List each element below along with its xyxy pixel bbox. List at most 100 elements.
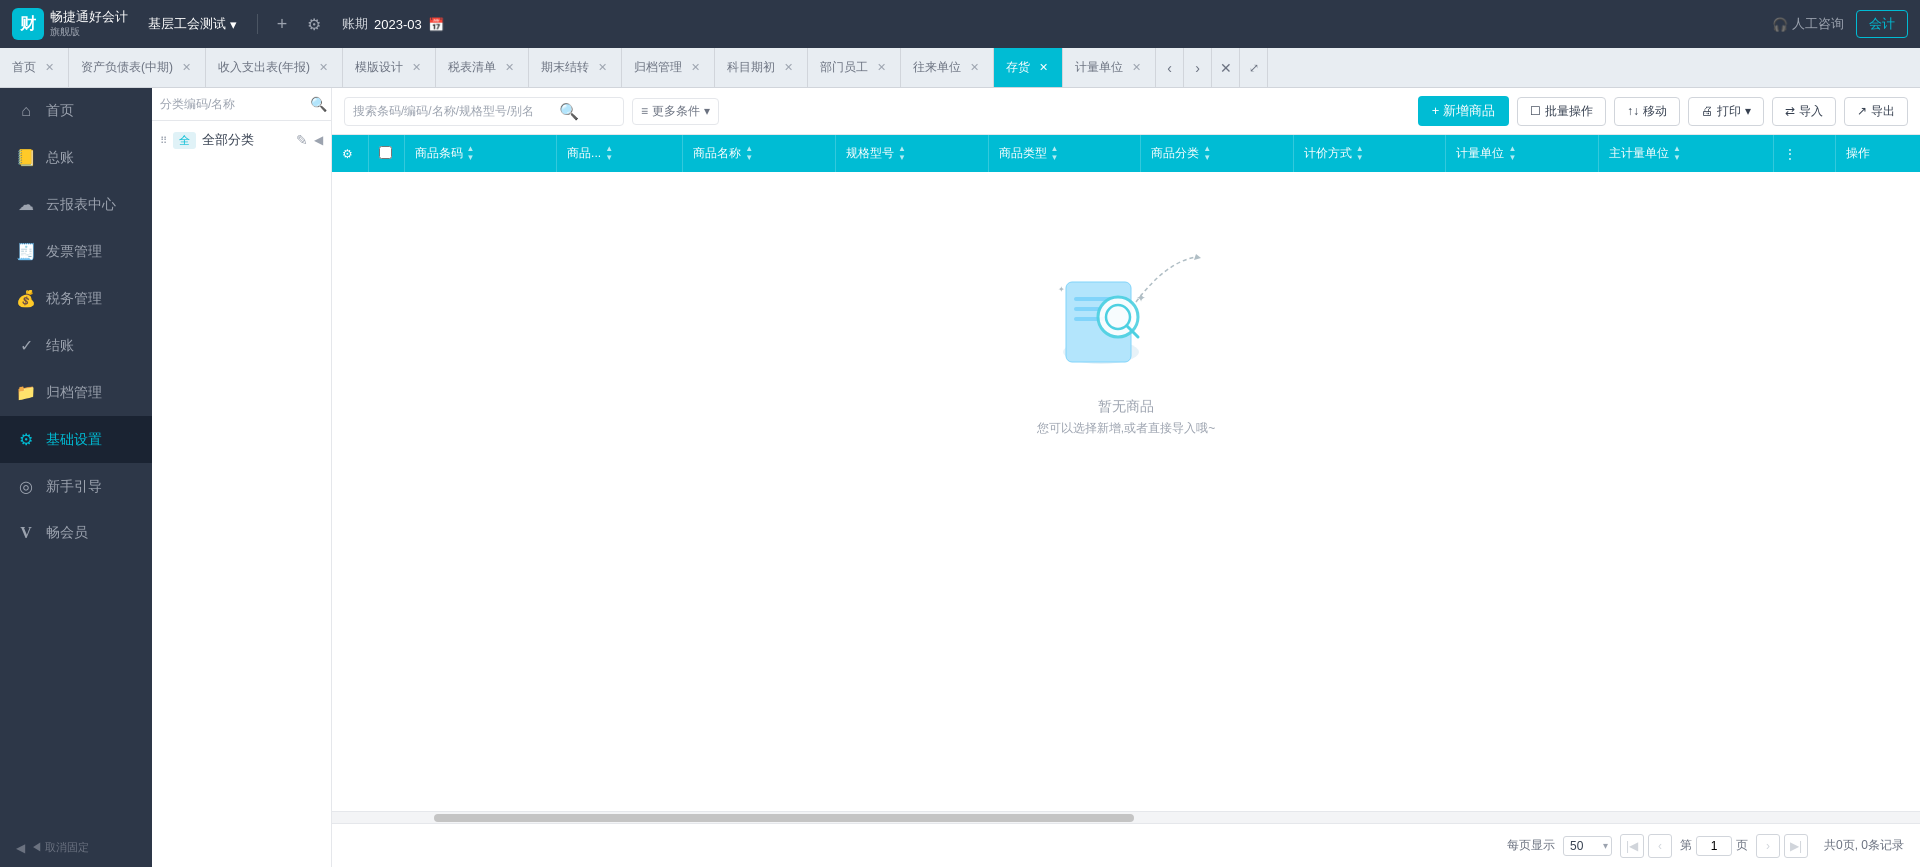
tab-inventory[interactable]: 存货 ✕ [994, 48, 1063, 88]
invoice-icon: 🧾 [16, 242, 36, 261]
tab-label: 模版设计 [355, 59, 403, 76]
page-number-input[interactable] [1696, 836, 1732, 856]
sort-arrows[interactable]: ▲ ▼ [898, 145, 906, 162]
sidebar-unpin-button[interactable]: ◀ ◀ 取消固定 [0, 828, 152, 867]
company-selector[interactable]: 基层工会测试 ▾ [140, 11, 245, 37]
tab-label: 计量单位 [1075, 59, 1123, 76]
import-button[interactable]: ⇄ 导入 [1772, 97, 1836, 126]
tab-close-icon[interactable]: ✕ [595, 61, 609, 75]
period-section: 账期 2023-03 📅 [342, 15, 444, 33]
tab-scroll-left[interactable]: ‹ [1156, 48, 1184, 88]
sidebar-item-tax[interactable]: 💰 税务管理 [0, 275, 152, 322]
tab-label: 部门员工 [820, 59, 868, 76]
tab-tax-table[interactable]: 税表清单 ✕ [436, 48, 529, 88]
batch-ops-button[interactable]: ☐ 批量操作 [1517, 97, 1606, 126]
move-button[interactable]: ↑↓ 移动 [1614, 97, 1680, 126]
collapse-panel-icon[interactable]: ◀ [314, 133, 323, 147]
gear-icon: ⚙ [342, 147, 353, 161]
sidebar-item-invoice[interactable]: 🧾 发票管理 [0, 228, 152, 275]
tab-home[interactable]: 首页 ✕ [0, 48, 69, 88]
sort-arrows[interactable]: ▲ ▼ [1356, 145, 1364, 162]
search-icon[interactable]: 🔍 [310, 96, 327, 112]
all-categories[interactable]: ⠿ 全 全部分类 ✎ ◀ [152, 121, 331, 159]
sort-arrows[interactable]: ▲ ▼ [1203, 145, 1211, 162]
sort-arrows[interactable]: ▲ ▼ [745, 145, 753, 162]
tab-close-icon[interactable]: ✕ [316, 61, 330, 75]
th-settings[interactable]: ⚙ [332, 135, 368, 172]
tab-close-icon[interactable]: ✕ [42, 61, 56, 75]
more-filter-button[interactable]: ≡ 更多条件 ▾ [632, 98, 719, 125]
tab-template-design[interactable]: 模版设计 ✕ [343, 48, 436, 88]
tab-close-icon[interactable]: ✕ [179, 61, 193, 75]
sidebar-item-settings[interactable]: ⚙ 基础设置 [0, 416, 152, 463]
tab-balance-sheet[interactable]: 资产负债表(中期) ✕ [69, 48, 206, 88]
add-tab-button[interactable]: + [270, 12, 294, 36]
sort-arrows[interactable]: ▲ ▼ [1508, 145, 1516, 162]
account-button[interactable]: 会计 [1856, 10, 1908, 38]
th-main-unit: 主计量单位 ▲ ▼ [1599, 135, 1774, 172]
filter-icon: ≡ [641, 104, 648, 118]
tab-label: 往来单位 [913, 59, 961, 76]
tab-close-icon[interactable]: ✕ [781, 61, 795, 75]
tab-dept-staff[interactable]: 部门员工 ✕ [808, 48, 901, 88]
sidebar-label: 云报表中心 [46, 196, 116, 214]
sidebar-label: 首页 [46, 102, 74, 120]
category-tag: 全 [173, 132, 196, 149]
tab-close-icon[interactable]: ✕ [409, 61, 423, 75]
sidebar-item-guide[interactable]: ◎ 新手引导 [0, 463, 152, 510]
table-header-row: ⚙ 商品条码 ▲ [332, 135, 1920, 172]
add-product-button[interactable]: + 新增商品 [1418, 96, 1509, 126]
sort-arrows[interactable]: ▲ ▼ [605, 145, 613, 162]
select-all-checkbox[interactable] [379, 146, 392, 159]
tab-close-icon[interactable]: ✕ [502, 61, 516, 75]
sort-arrows[interactable]: ▲ ▼ [467, 145, 475, 162]
tab-income-statement[interactable]: 收入支出表(年报) ✕ [206, 48, 343, 88]
th-checkbox[interactable] [368, 135, 404, 172]
tab-archive-mgmt[interactable]: 归档管理 ✕ [622, 48, 715, 88]
tab-label: 期末结转 [541, 59, 589, 76]
scroll-thumb[interactable] [434, 814, 1134, 822]
sidebar-item-ledger[interactable]: 📒 总账 [0, 134, 152, 181]
sort-arrows[interactable]: ▲ ▼ [1051, 145, 1059, 162]
drag-icon: ⠿ [160, 135, 167, 146]
print-button[interactable]: 🖨 打印 ▾ [1688, 97, 1764, 126]
sort-arrows[interactable]: ▲ ▼ [1673, 145, 1681, 162]
tax-icon: 💰 [16, 289, 36, 308]
search-icon[interactable]: 🔍 [559, 102, 579, 121]
guide-icon: ◎ [16, 477, 36, 496]
tab-close-icon[interactable]: ✕ [1036, 61, 1050, 75]
tab-close-icon[interactable]: ✕ [874, 61, 888, 75]
sidebar-item-archive[interactable]: 📁 归档管理 [0, 369, 152, 416]
tab-close-icon[interactable]: ✕ [1129, 61, 1143, 75]
tab-period-transfer[interactable]: 期末结转 ✕ [529, 48, 622, 88]
tab-measurement[interactable]: 计量单位 ✕ [1063, 48, 1156, 88]
tab-label: 资产负债表(中期) [81, 59, 173, 76]
sidebar-item-reports[interactable]: ☁ 云报表中心 [0, 181, 152, 228]
tab-close-icon[interactable]: ✕ [967, 61, 981, 75]
th-product-name: 商品名称 ▲ ▼ [683, 135, 836, 172]
prev-page-button[interactable]: ‹ [1648, 834, 1672, 858]
category-search-input[interactable] [160, 97, 310, 111]
tab-scroll-right[interactable]: › [1184, 48, 1212, 88]
th-spec: 规格型号 ▲ ▼ [835, 135, 988, 172]
export-button[interactable]: ↗ 导出 [1844, 97, 1908, 126]
tab-expand[interactable]: ⤢ [1240, 48, 1268, 88]
horizontal-scrollbar[interactable] [332, 811, 1920, 823]
sidebar-item-home[interactable]: ⌂ 首页 [0, 88, 152, 134]
tab-close-icon[interactable]: ✕ [688, 61, 702, 75]
sidebar-item-closing[interactable]: ✓ 结账 [0, 322, 152, 369]
last-page-button[interactable]: ▶| [1784, 834, 1808, 858]
next-page-button[interactable]: › [1756, 834, 1780, 858]
tab-subject-init[interactable]: 科目期初 ✕ [715, 48, 808, 88]
edit-icon[interactable]: ✎ [296, 132, 308, 148]
tab-contacts[interactable]: 往来单位 ✕ [901, 48, 994, 88]
tab-close-all[interactable]: ✕ [1212, 48, 1240, 88]
calendar-icon[interactable]: 📅 [428, 17, 444, 32]
first-page-button[interactable]: |◀ [1620, 834, 1644, 858]
sidebar-item-member[interactable]: V 畅会员 [0, 510, 152, 556]
product-search-input[interactable] [353, 104, 553, 118]
inner-layout: 🔍 ⠿ 全 全部分类 ✎ ◀ 🔍 [152, 88, 1920, 867]
help-button[interactable]: 🎧 人工咨询 [1772, 15, 1844, 33]
settings-button[interactable]: ⚙ [302, 12, 326, 36]
page-size-select[interactable]: 50 10 20 100 [1563, 836, 1612, 856]
